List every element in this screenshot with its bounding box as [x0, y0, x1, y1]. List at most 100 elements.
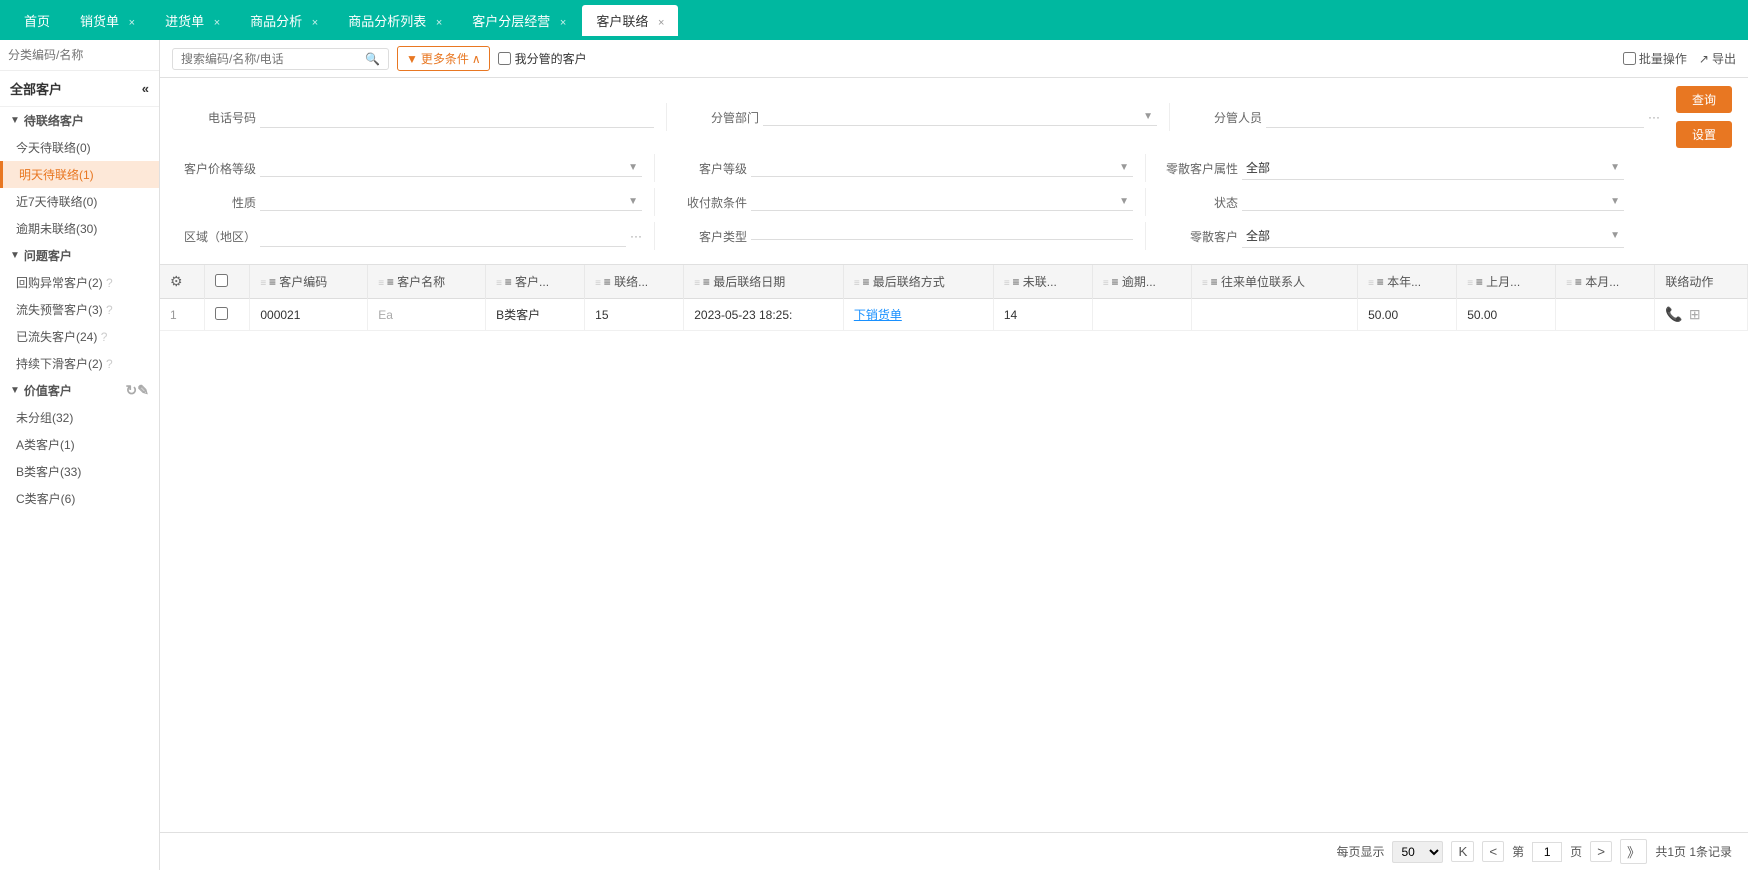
filter-btn[interactable]: ▼ 更多条件 ∧: [397, 46, 490, 71]
first-page-btn[interactable]: K: [1451, 841, 1474, 862]
row-unit-contacts: [1192, 299, 1358, 331]
problem-group[interactable]: ▼ 问题客户: [0, 242, 159, 269]
nav-product-list[interactable]: 商品分析列表 ×: [334, 5, 456, 36]
sidebar-item-overdue[interactable]: 逾期未联络(30): [0, 215, 159, 242]
customer-type-select[interactable]: [751, 233, 1133, 240]
row-checkbox[interactable]: [204, 299, 250, 331]
last-page-btn[interactable]: 》: [1620, 839, 1647, 864]
th-this-year[interactable]: ≡ 本年...: [1358, 265, 1457, 299]
action-phone-icon[interactable]: 📞: [1665, 306, 1682, 323]
query-btn[interactable]: 查询: [1676, 86, 1732, 113]
th-code[interactable]: ≡ 客户编码: [250, 265, 368, 299]
gender-select[interactable]: ▼: [260, 193, 642, 211]
sidebar-item-today[interactable]: 今天待联络(0): [0, 134, 159, 161]
filter-label: 更多条件: [421, 50, 469, 67]
pending-contact-group[interactable]: ▼ 待联络客户: [0, 107, 159, 134]
settings-btn[interactable]: 设置: [1676, 121, 1732, 148]
batch-checkbox[interactable]: [1623, 52, 1636, 65]
status-select[interactable]: ▼: [1242, 193, 1624, 211]
sidebar-item-declining[interactable]: 持续下滑客户(2) ?: [0, 350, 159, 377]
nav-product-analysis[interactable]: 商品分析 ×: [236, 5, 332, 36]
th-gear[interactable]: ⚙: [160, 265, 204, 299]
gender-label: 性质: [176, 194, 256, 211]
retail-attr-cell: 零散客户属性 全部 ▼: [1158, 156, 1624, 180]
close-contact-icon[interactable]: ×: [658, 17, 664, 29]
divider-8: [1145, 222, 1146, 250]
row-name[interactable]: Ea: [368, 299, 486, 331]
close-sales-icon[interactable]: ×: [129, 17, 135, 29]
refresh-icon[interactable]: ↻: [126, 382, 138, 399]
payment-cell: 收付款条件 ▼: [667, 193, 1133, 211]
th-last-date[interactable]: ≡ 最后联络日期: [684, 265, 844, 299]
next-page-btn[interactable]: >: [1590, 841, 1612, 862]
th-type[interactable]: ≡ 客户...: [486, 265, 585, 299]
value-group[interactable]: ▼ 价值客户 ↻ ✎: [0, 377, 159, 404]
dept-select[interactable]: ▼: [763, 108, 1157, 126]
th-this-month[interactable]: ≡ 本月...: [1556, 265, 1655, 299]
sidebar-item-abnormal[interactable]: 回购异常客户(2) ?: [0, 269, 159, 296]
th-last-month[interactable]: ≡ 上月...: [1457, 265, 1556, 299]
sidebar-item-at-risk[interactable]: 流失预警客户(3) ?: [0, 296, 159, 323]
retail-attr-arrow: ▼: [1610, 162, 1620, 173]
prev-page-btn[interactable]: <: [1482, 841, 1504, 862]
page-size-select[interactable]: 50 100 200: [1392, 841, 1443, 863]
sidebar-item-7days[interactable]: 近7天待联络(0): [0, 188, 159, 215]
th-overdue[interactable]: ≡ 逾期...: [1092, 265, 1191, 299]
edit-icon[interactable]: ✎: [137, 382, 149, 399]
select-all-checkbox[interactable]: [215, 274, 228, 287]
sidebar-item-b-class[interactable]: B类客户(33): [0, 458, 159, 485]
sidebar-item-ungrouped[interactable]: 未分组(32): [0, 404, 159, 431]
sidebar-item-tomorrow[interactable]: 明天待联络(1): [0, 161, 159, 188]
close-tier-icon[interactable]: ×: [560, 17, 566, 29]
divider-4: [1145, 154, 1146, 182]
action-grid-icon[interactable]: ⊞: [1689, 306, 1701, 323]
th-unit-contacts[interactable]: ≡ 往来单位联系人: [1192, 265, 1358, 299]
phone-input[interactable]: [260, 107, 654, 128]
close-list-icon[interactable]: ×: [436, 17, 442, 29]
phone-label: 电话号码: [176, 109, 256, 126]
row-select-checkbox[interactable]: [215, 307, 228, 320]
sidebar-item-a-class[interactable]: A类客户(1): [0, 431, 159, 458]
customer-grade-select[interactable]: ▼: [751, 159, 1133, 177]
search-icon[interactable]: 🔍: [365, 52, 380, 66]
value-label: 价值客户: [24, 382, 72, 399]
collapse-icon[interactable]: «: [142, 81, 149, 96]
payment-select[interactable]: ▼: [751, 193, 1133, 211]
retail-attr-select[interactable]: 全部 ▼: [1242, 156, 1624, 180]
nav-purchase[interactable]: 进货单 ×: [151, 5, 234, 36]
th-not-contacted[interactable]: ≡ 未联...: [993, 265, 1092, 299]
row-last-method[interactable]: 下销货单: [843, 299, 993, 331]
price-grade-select[interactable]: ▼: [260, 159, 642, 177]
area-input[interactable]: [260, 226, 626, 247]
nav-customer-contact[interactable]: 客户联络 ×: [582, 5, 678, 36]
person-input[interactable]: [1266, 107, 1644, 128]
sidebar-search-input[interactable]: [8, 48, 160, 62]
th-last-method[interactable]: ≡ 最后联络方式: [843, 265, 993, 299]
nav-customer-tier[interactable]: 客户分层经营 ×: [458, 5, 580, 36]
nav-home[interactable]: 首页: [10, 5, 64, 36]
close-purchase-icon[interactable]: ×: [214, 17, 220, 29]
my-customers-checkbox[interactable]: [498, 52, 511, 65]
th-contacts[interactable]: ≡ 联络...: [585, 265, 684, 299]
area-ellipsis[interactable]: ···: [630, 229, 642, 243]
sidebar-item-c-class[interactable]: C类客户(6): [0, 485, 159, 512]
method-link[interactable]: 下销货单: [854, 308, 902, 322]
search-input[interactable]: [181, 52, 361, 66]
row-this-year: 50.00: [1358, 299, 1457, 331]
retail-customer-select[interactable]: 全部 ▼: [1242, 224, 1624, 248]
retail-customer-value: 全部: [1246, 227, 1270, 244]
my-customers-toggle[interactable]: 我分管的客户: [498, 50, 587, 67]
all-customers-header[interactable]: 全部客户 «: [0, 71, 159, 107]
divider-1: [666, 103, 667, 131]
th-name[interactable]: ≡ 客户名称: [368, 265, 486, 299]
divider-7: [654, 222, 655, 250]
gender-arrow: ▼: [628, 196, 638, 207]
close-analysis-icon[interactable]: ×: [312, 17, 318, 29]
page-input[interactable]: [1532, 842, 1562, 862]
person-ellipsis[interactable]: ···: [1648, 110, 1660, 124]
nav-sales[interactable]: 销货单 ×: [66, 5, 149, 36]
gear-icon[interactable]: ⚙: [170, 273, 183, 289]
sidebar-item-lost[interactable]: 已流失客户(24) ?: [0, 323, 159, 350]
batch-ops-btn[interactable]: 批量操作: [1623, 50, 1687, 67]
export-btn[interactable]: ↗ 导出: [1699, 50, 1736, 67]
